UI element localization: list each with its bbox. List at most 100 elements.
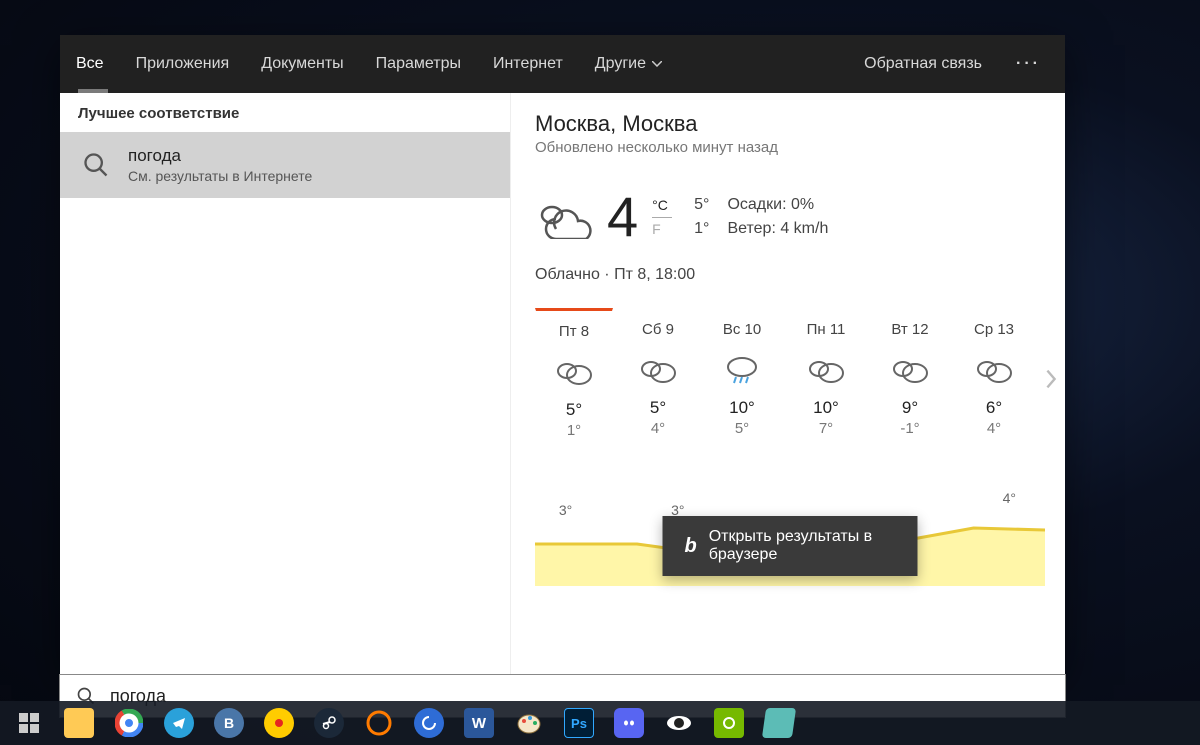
eye-icon — [664, 708, 694, 738]
result-title: погода — [128, 146, 312, 166]
forecast-next-button[interactable] — [1039, 349, 1063, 409]
forecast-low: 4° — [958, 420, 1030, 437]
discord-icon — [614, 708, 644, 738]
forecast-day[interactable]: Ср 13 6° 4° — [955, 308, 1033, 450]
cloud-icon — [958, 348, 1030, 392]
tab-params[interactable]: Параметры — [360, 35, 477, 93]
forecast-low: 7° — [790, 420, 862, 437]
taskbar-yandex[interactable] — [254, 701, 304, 745]
forecast-high: 5° — [538, 400, 610, 420]
tab-label: Параметры — [376, 55, 461, 73]
chart-label: 4° — [1003, 490, 1016, 506]
forecast-day-label: Пт 8 — [538, 323, 610, 340]
taskbar-nvidia[interactable] — [704, 701, 754, 745]
tab-more[interactable]: Другие — [579, 35, 678, 93]
tab-label: Другие — [595, 55, 646, 73]
vk-icon: B — [214, 708, 244, 738]
forecast-high: 10° — [706, 398, 778, 418]
unit-toggle[interactable]: °C F — [652, 196, 672, 237]
windows-icon — [14, 708, 44, 738]
tab-label: Документы — [261, 55, 343, 73]
taskbar-vk[interactable]: B — [204, 701, 254, 745]
updated-text: Обновлено несколько минут назад — [535, 139, 1057, 156]
taskbar-steam[interactable] — [304, 701, 354, 745]
precip-text: Осадки: 0% — [727, 193, 828, 217]
feedback-link[interactable]: Обратная связь — [848, 35, 998, 93]
ubisoft-icon — [414, 708, 444, 738]
open-in-browser-label: Открыть результаты в браузере — [709, 528, 896, 564]
forecast-low: 4° — [622, 420, 694, 437]
taskbar-app-teal[interactable] — [754, 701, 804, 745]
taskbar-telegram[interactable] — [154, 701, 204, 745]
unit-fahrenheit: F — [652, 220, 672, 238]
tab-docs[interactable]: Документы — [245, 35, 359, 93]
forecast-day-label: Вт 12 — [874, 321, 946, 338]
taskbar-paint[interactable] — [504, 701, 554, 745]
tab-internet[interactable]: Интернет — [477, 35, 579, 93]
today-low: 1° — [694, 217, 709, 241]
tab-apps[interactable]: Приложения — [120, 35, 246, 93]
palette-icon — [514, 708, 544, 738]
photoshop-icon: Ps — [564, 708, 594, 738]
open-in-browser-button[interactable]: b Открыть результаты в браузере — [663, 516, 918, 576]
rain-icon — [706, 348, 778, 392]
forecast-day[interactable]: Пн 11 10° 7° — [787, 308, 865, 450]
forecast-low: 5° — [706, 420, 778, 437]
forecast-high: 5° — [622, 398, 694, 418]
forecast-day[interactable]: Сб 9 5° 4° — [619, 308, 697, 450]
tab-label: Все — [76, 55, 104, 73]
steam-icon — [314, 708, 344, 738]
start-button[interactable] — [4, 701, 54, 745]
current-weather: 4 °C F 5° 1° Осадки: 0% Ветер: 4 km/h — [535, 186, 1057, 248]
search-flyout: Все Приложения Документы Параметры Интер… — [60, 35, 1065, 675]
forecast-high: 9° — [874, 398, 946, 418]
cloud-icon — [538, 350, 610, 394]
bing-icon: b — [685, 535, 697, 558]
taskbar-app-eye[interactable] — [654, 701, 704, 745]
forecast-low: 1° — [538, 422, 610, 439]
result-item-weather[interactable]: погода См. результаты в Интернете — [60, 132, 510, 198]
tab-label: Обратная связь — [864, 55, 982, 73]
circle-icon — [364, 708, 394, 738]
results-column: Лучшее соответствие погода См. результат… — [60, 93, 510, 675]
current-temp: 4 — [607, 189, 638, 245]
tab-label: Приложения — [136, 55, 230, 73]
tab-label: Интернет — [493, 55, 563, 73]
temperature-chart: 3° 3° 4° b Открыть результаты в браузере — [535, 496, 1045, 586]
forecast-high: 6° — [958, 398, 1030, 418]
taskbar-file-explorer[interactable] — [54, 701, 104, 745]
taskbar-ubisoft[interactable] — [404, 701, 454, 745]
tab-all[interactable]: Все — [60, 35, 120, 93]
preview-pane: Москва, Москва Обновлено несколько минут… — [510, 93, 1065, 675]
app-icon — [762, 708, 796, 738]
wind-text: Ветер: 4 km/h — [727, 217, 828, 241]
today-high: 5° — [694, 193, 709, 217]
forecast-day-label: Вс 10 — [706, 321, 778, 338]
forecast-day[interactable]: Пт 8 5° 1° — [535, 308, 613, 450]
result-subtitle: См. результаты в Интернете — [128, 168, 312, 184]
telegram-icon — [164, 708, 194, 738]
condition-line: Облачно · Пт 8, 18:00 — [535, 266, 1057, 284]
forecast-low: -1° — [874, 420, 946, 437]
forecast-day[interactable]: Вс 10 10° 5° — [703, 308, 781, 450]
forecast-day-label: Сб 9 — [622, 321, 694, 338]
taskbar-app-orange[interactable] — [354, 701, 404, 745]
taskbar-word[interactable]: W — [454, 701, 504, 745]
location-title: Москва, Москва — [535, 111, 1057, 137]
forecast-row: Пт 8 5° 1° Сб 9 5° 4° Вс 10 10° 5° — [535, 308, 1057, 450]
nvidia-icon — [714, 708, 744, 738]
taskbar-photoshop[interactable]: Ps — [554, 701, 604, 745]
forecast-day-label: Ср 13 — [958, 321, 1030, 338]
word-icon: W — [464, 708, 494, 738]
search-icon — [78, 147, 114, 183]
taskbar-chrome[interactable] — [104, 701, 154, 745]
best-match-header: Лучшее соответствие — [60, 93, 510, 132]
more-options-button[interactable]: ··· — [998, 35, 1059, 93]
forecast-day[interactable]: Вт 12 9° -1° — [871, 308, 949, 450]
chevron-down-icon — [652, 61, 662, 67]
cloud-icon — [874, 348, 946, 392]
yandex-icon — [264, 708, 294, 738]
cloud-icon — [535, 186, 597, 248]
taskbar-discord[interactable] — [604, 701, 654, 745]
folder-icon — [64, 708, 94, 738]
